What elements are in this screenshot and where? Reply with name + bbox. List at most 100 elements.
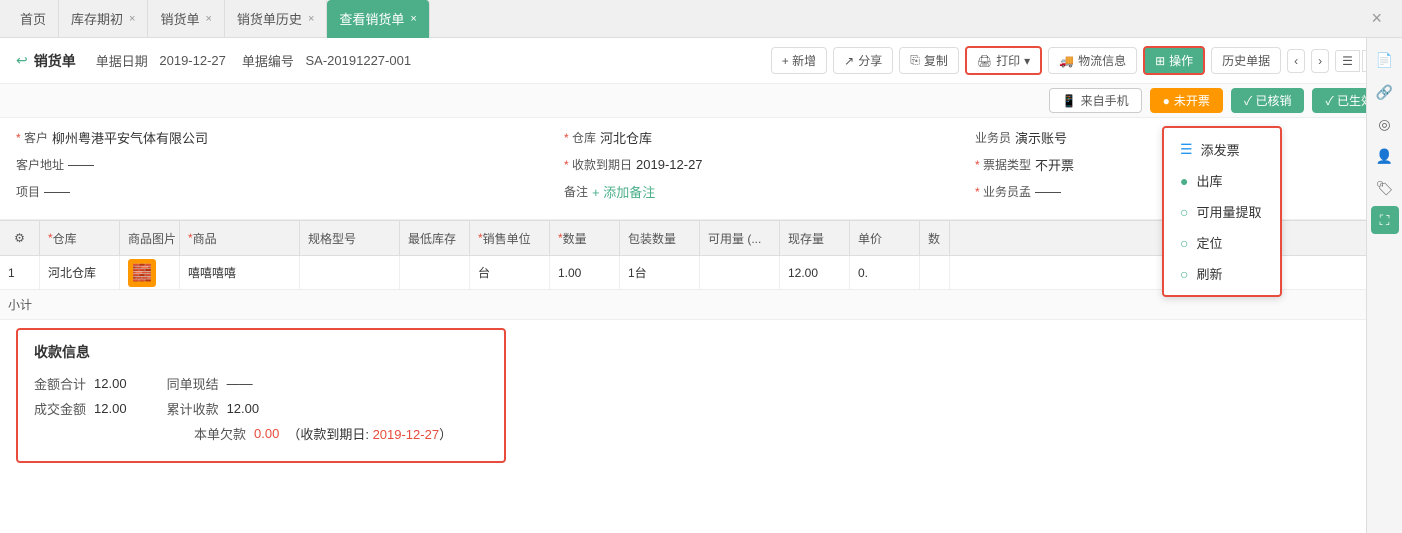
salesperson-label: 业务员 xyxy=(975,129,1011,146)
close-sales-history[interactable]: × xyxy=(308,13,314,25)
col-qty-header: 数量 xyxy=(550,221,620,255)
row-warehouse: 河北仓库 xyxy=(40,256,120,289)
history-button[interactable]: 历史单据 xyxy=(1211,47,1281,74)
due-date-label: 收款到期日 xyxy=(564,156,632,173)
confirmed-status-button[interactable]: ✓ 已核销 xyxy=(1231,88,1305,113)
table-settings-col[interactable]: ⚙ xyxy=(0,221,40,255)
balance-field: 本单欠款 0.00 （收款到期日: 2019-12-27） xyxy=(194,424,452,443)
phone-status-button[interactable]: 📱 来自手机 xyxy=(1049,88,1142,113)
phone-icon: 📱 xyxy=(1062,94,1077,108)
warehouse-field: 仓库 河北仓库 xyxy=(564,128,975,147)
dropdown-outbound[interactable]: ● 出库 xyxy=(1164,165,1280,196)
project-label: 项目 xyxy=(16,183,40,200)
list-view-button[interactable]: ☰ xyxy=(1335,50,1360,72)
tab-bar: 首页 库存期初 × 销货单 × 销货单历史 × 查看销货单 × × xyxy=(0,0,1402,38)
transaction-value: 12.00 xyxy=(94,401,127,416)
note-field: 备注 + 添加备注 xyxy=(564,182,975,201)
salesperson2-label: 业务员孟 xyxy=(975,183,1031,200)
customer-label: 客户 xyxy=(16,129,48,146)
same-order-field: 同单现结 —— xyxy=(167,374,253,393)
col-spec-header: 规格型号 xyxy=(300,221,400,255)
close-sales-order[interactable]: × xyxy=(205,13,211,25)
tab-sales-order[interactable]: 销货单 × xyxy=(148,0,224,38)
ticket-type-label: 票据类型 xyxy=(975,156,1031,173)
close-inventory-init[interactable]: × xyxy=(129,13,135,25)
add-note-button[interactable]: + 添加备注 xyxy=(592,182,655,201)
transaction-label: 成交金额 xyxy=(34,399,86,418)
print-button[interactable]: 🖨 打印 ▾ xyxy=(965,46,1042,75)
sidebar-circle-icon[interactable]: ◎ xyxy=(1371,110,1399,138)
balance-value: 0.00 xyxy=(254,426,279,441)
logistics-button[interactable]: 🚚 物流信息 xyxy=(1048,47,1137,74)
truck-icon: 🚚 xyxy=(1059,54,1074,68)
document-actions: + 新增 ↗ 分享 ⎘ 复制 🖨 打印 ▾ 🚚 物流信息 ⊞ 操作 xyxy=(771,46,1386,75)
row-price: 0. xyxy=(850,256,920,289)
copy-icon: ⎘ xyxy=(910,53,920,68)
window-close-button[interactable]: × xyxy=(1359,8,1394,29)
sidebar-tag-icon[interactable]: 🏷 xyxy=(1371,174,1399,202)
unopened-status-button[interactable]: ● 未开票 xyxy=(1150,88,1223,113)
nav-next-button[interactable]: › xyxy=(1311,49,1329,73)
col-available-header: 可用量 (... xyxy=(700,221,780,255)
tab-sales-history[interactable]: 销货单历史 × xyxy=(225,0,327,38)
document-header: ↩ 销货单 单据日期 2019-12-27 单据编号 SA-20191227-0… xyxy=(0,38,1402,84)
close-view-sales-order[interactable]: × xyxy=(410,13,416,25)
copy-button[interactable]: ⎘ 复制 xyxy=(899,47,959,74)
cumulative-label: 累计收款 xyxy=(167,399,219,418)
row-unit: 台 xyxy=(470,256,550,289)
tab-home[interactable]: 首页 xyxy=(8,0,59,38)
pickup-icon: ○ xyxy=(1180,204,1188,220)
salesperson-value: 演示账号 xyxy=(1015,128,1067,147)
row-more xyxy=(920,256,950,289)
col-warehouse-header: 仓库 xyxy=(40,221,120,255)
print-icon: 🖨 xyxy=(977,54,992,68)
balance-label: 本单欠款 xyxy=(194,424,246,443)
col-more-header: 数 xyxy=(920,221,950,255)
ticket-type-value: 不开票 xyxy=(1035,155,1074,174)
dropdown-available-pickup[interactable]: ○ 可用量提取 xyxy=(1164,196,1280,227)
sidebar-link-icon[interactable]: 🔗 xyxy=(1371,78,1399,106)
sidebar-person-icon[interactable]: 👤 xyxy=(1371,142,1399,170)
dropdown-refresh[interactable]: ○ 刷新 xyxy=(1164,258,1280,289)
nav-prev-button[interactable]: ‹ xyxy=(1287,49,1305,73)
row-available xyxy=(700,256,780,289)
customer-field: 客户 柳州粤港平安气体有限公司 xyxy=(16,128,564,147)
row-product: 嘻嘻嘻嘻 xyxy=(180,256,300,289)
row-seq: 1 xyxy=(0,256,40,289)
row-packqty: 1台 xyxy=(620,256,700,289)
col-minstock-header: 最低库存 xyxy=(400,221,470,255)
col-product-header: 商品 xyxy=(180,221,300,255)
balance-note: （收款到期日: 2019-12-27） xyxy=(287,424,452,443)
share-button[interactable]: ↗ 分享 xyxy=(833,47,893,74)
locate-icon: ○ xyxy=(1180,235,1188,251)
tab-view-sales-order[interactable]: 查看销货单 × xyxy=(327,0,429,38)
doc-icon: ↩ xyxy=(16,52,28,69)
tab-inventory-init[interactable]: 库存期初 × xyxy=(59,0,148,38)
col-unit-header: 销售单位 xyxy=(470,221,550,255)
cumulative-field: 累计收款 12.00 xyxy=(167,399,260,418)
due-date-value: 2019-12-27 xyxy=(636,157,703,172)
payment-row-3: 本单欠款 0.00 （收款到期日: 2019-12-27） xyxy=(34,424,488,443)
note-label: 备注 xyxy=(564,183,588,200)
main-content: ↩ 销货单 单据日期 2019-12-27 单据编号 SA-20191227-0… xyxy=(0,38,1402,533)
right-sidebar: 📄 🔗 ◎ 👤 🏷 ⛶ xyxy=(1366,38,1402,533)
payment-title: 收款信息 xyxy=(34,342,488,362)
payment-row-2: 成交金额 12.00 累计收款 12.00 xyxy=(34,399,488,418)
sidebar-expand-icon[interactable]: ⛶ xyxy=(1371,206,1399,234)
total-amount-label: 金额合计 xyxy=(34,374,86,393)
customer-value: 柳州粤港平安气体有限公司 xyxy=(52,128,208,147)
row-image: 🧱 xyxy=(120,256,180,289)
col-packqty-header: 包装数量 xyxy=(620,221,700,255)
operate-button[interactable]: ⊞ 操作 xyxy=(1143,46,1205,75)
dropdown-locate[interactable]: ○ 定位 xyxy=(1164,227,1280,258)
dropdown-add-invoice[interactable]: ☰ 添发票 xyxy=(1164,134,1280,165)
print-chevron-icon: ▾ xyxy=(1024,54,1030,68)
sidebar-doc-icon[interactable]: 📄 xyxy=(1371,46,1399,74)
add-button[interactable]: + 新增 xyxy=(771,47,827,74)
grid-icon: ⊞ xyxy=(1155,54,1165,68)
warehouse-value: 河北仓库 xyxy=(600,128,652,147)
address-label: 客户地址 xyxy=(16,156,64,173)
address-value: —— xyxy=(68,157,94,172)
due-date-field: 收款到期日 2019-12-27 xyxy=(564,156,975,173)
cumulative-value: 12.00 xyxy=(227,401,260,416)
